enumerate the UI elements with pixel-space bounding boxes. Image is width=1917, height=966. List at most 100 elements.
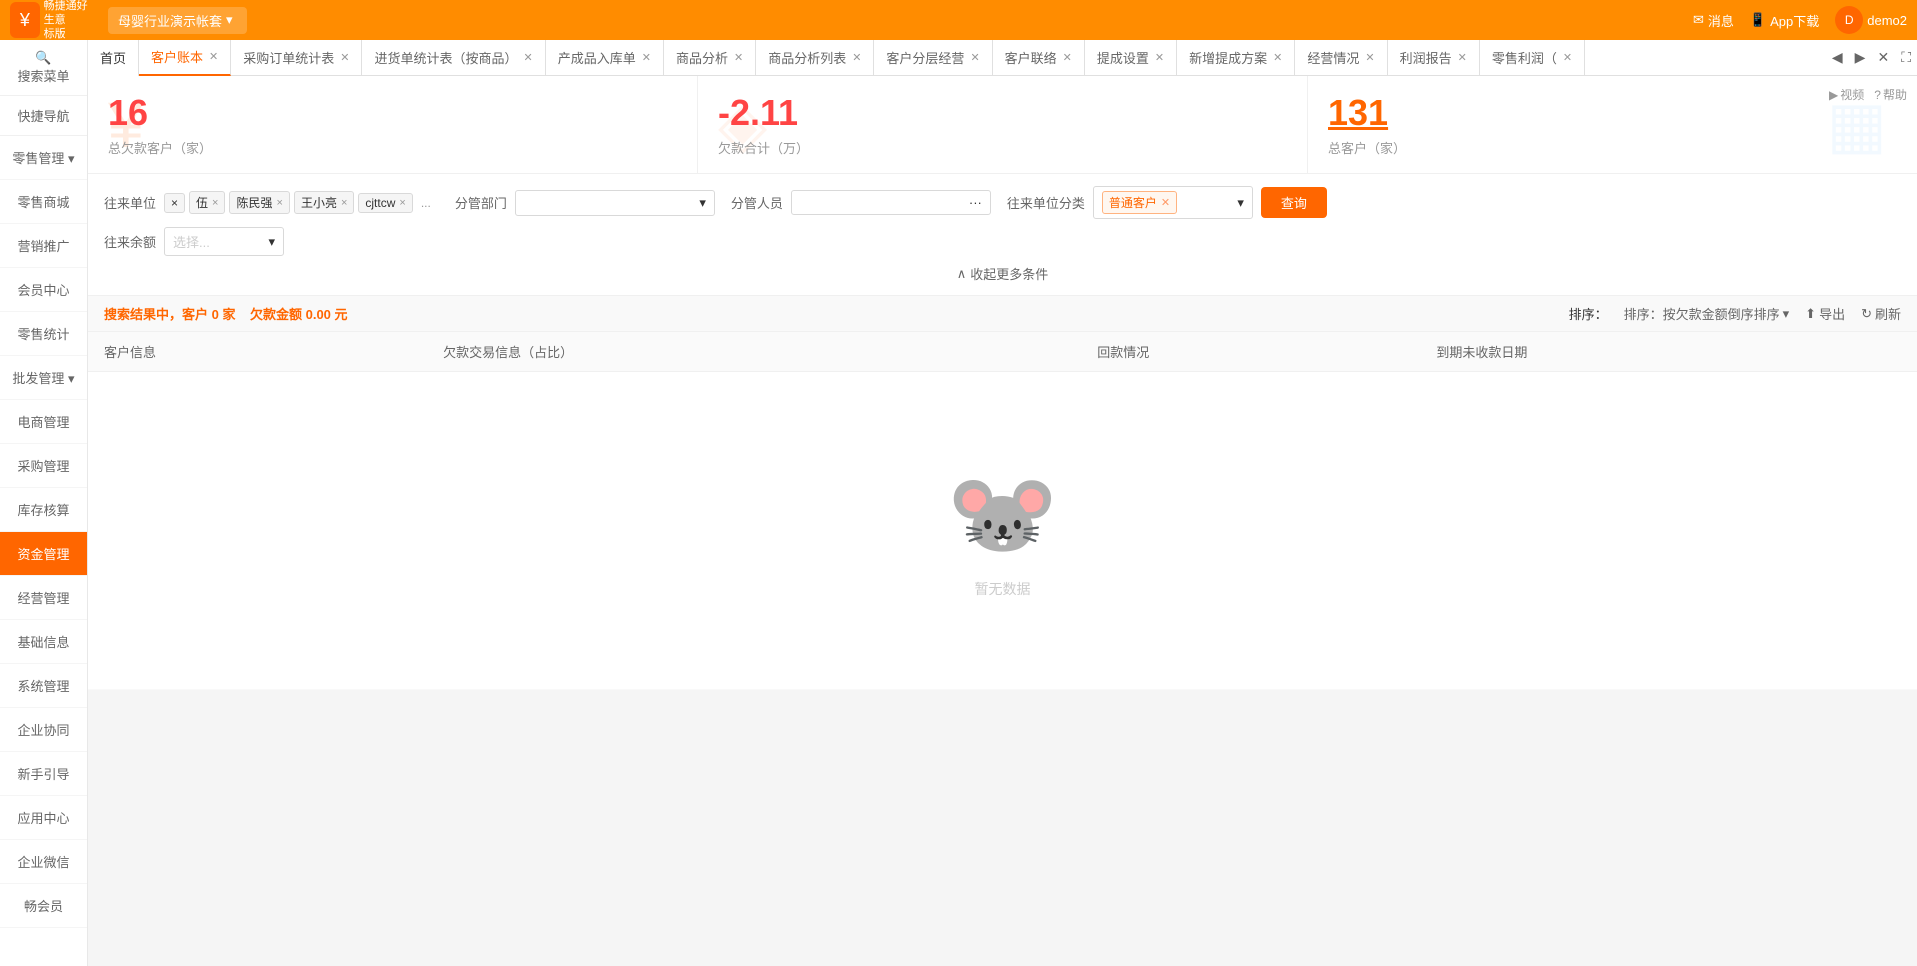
tab-product-analysis[interactable]: 商品分析✕ (664, 40, 756, 76)
tab-new-achievement[interactable]: 新增提成方案✕ (1177, 40, 1295, 76)
search-menu-item[interactable]: 🔍 搜索菜单 (0, 40, 87, 96)
tab-close-all[interactable]: ✕ (1871, 49, 1895, 66)
app-download-button[interactable]: 📱 App下载 (1750, 11, 1819, 30)
overdue-customers-number: 16 (108, 92, 212, 134)
sidebar-item-enterprise-coop[interactable]: 企业协同 (0, 708, 87, 752)
user-avatar[interactable]: D demo2 (1835, 6, 1907, 34)
query-button[interactable]: 查询 (1261, 187, 1327, 218)
tab-close-profit-report[interactable]: ✕ (1458, 51, 1467, 64)
dept-select[interactable]: ▾ (515, 190, 715, 216)
export-button[interactable]: ⬆ 导出 (1805, 304, 1845, 323)
sidebar-item-basic-info[interactable]: 基础信息 (0, 620, 87, 664)
download-icon: 📱 (1750, 12, 1766, 28)
tab-close-business-situation[interactable]: ✕ (1365, 51, 1374, 64)
total-customers-number: 131 (1328, 92, 1406, 134)
tab-close-purchase-order-stats[interactable]: ✕ (340, 51, 349, 64)
stat-overdue-customers: ¥ 16 总欠款客户（家） (88, 76, 698, 173)
video-icon: ▶ (1829, 88, 1838, 102)
tab-cost-storage[interactable]: 产成品入库单✕ (546, 40, 664, 76)
sidebar-item-retail-mgmt[interactable]: 零售管理 ▾ (0, 136, 87, 180)
app-logo: ¥ (10, 2, 40, 38)
tab-inventory-stats[interactable]: 进货单统计表（按商品）✕ (362, 40, 545, 76)
tab-home[interactable]: 首页 (88, 40, 139, 76)
tab-close-customer-accounts[interactable]: ✕ (209, 50, 218, 63)
balance-dropdown-icon: ▾ (268, 234, 275, 250)
tab-customer-contact[interactable]: 客户联络✕ (993, 40, 1085, 76)
empty-text: 暂无数据 (975, 579, 1031, 599)
overdue-customers-label: 总欠款客户（家） (108, 138, 212, 157)
tab-customer-accounts[interactable]: 客户账本✕ (139, 40, 231, 76)
tab-close-retail-profit[interactable]: ✕ (1563, 51, 1572, 64)
arrow-icon: ▾ (68, 151, 75, 166)
tab-close-inventory-stats[interactable]: ✕ (524, 51, 533, 64)
table-header-客户信息: 客户信息 (88, 332, 427, 372)
person-select[interactable]: ··· (791, 190, 991, 215)
tab-nav-left[interactable]: ◀ (1826, 49, 1849, 66)
unit-tag-伍: 伍× (189, 191, 225, 214)
refresh-button[interactable]: ↻ 刷新 (1861, 304, 1901, 323)
sidebar-item-new-guide[interactable]: 新手引导 (0, 752, 87, 796)
remove-type-tag[interactable]: ✕ (1161, 196, 1170, 209)
collapse-filters-btn[interactable]: ∧ 收起更多条件 (104, 264, 1901, 283)
sidebar-item-capital-mgmt[interactable]: 资金管理 (0, 532, 87, 576)
dept-dropdown-icon: ▾ (699, 195, 706, 211)
quick-nav-item[interactable]: 快捷导航 (0, 96, 87, 136)
sidebar-item-member-center[interactable]: 会员中心 (0, 268, 87, 312)
dept-filter-label: 分管部门 (455, 193, 507, 212)
unit-tag-王小亮: 王小亮× (294, 191, 354, 214)
balance-select[interactable]: 选择... ▾ (164, 227, 284, 256)
sidebar-item-operations-mgmt[interactable]: 经营管理 (0, 576, 87, 620)
sidebar-item-enterprise-wechat[interactable]: 企业微信 (0, 840, 87, 884)
sidebar-item-inventory-check[interactable]: 库存核算 (0, 488, 87, 532)
help-button[interactable]: ? 帮助 (1874, 86, 1907, 103)
sidebar-item-retail-mall[interactable]: 零售商城 (0, 180, 87, 224)
account-dropdown[interactable]: 母婴行业演示帐套 ▾ (108, 7, 247, 34)
person-dropdown-icon: ··· (969, 195, 982, 210)
tab-product-analysis-list[interactable]: 商品分析列表✕ (756, 40, 874, 76)
sort-select[interactable]: 排序：按欠款金额倒序排序 ▾ (1624, 304, 1790, 323)
sidebar-item-system-mgmt[interactable]: 系统管理 (0, 664, 87, 708)
sidebar-item-member-club[interactable]: 畅会员 (0, 884, 87, 928)
tab-business-situation[interactable]: 经营情况✕ (1295, 40, 1387, 76)
arrow-icon: ▾ (68, 371, 75, 386)
tab-retail-profit[interactable]: 零售利润（✕ (1480, 40, 1585, 76)
tab-customer-segment[interactable]: 客户分层经营✕ (874, 40, 992, 76)
unit-tag-陈民强: 陈民强× (229, 191, 289, 214)
empty-state: 🐭 暂无数据 (104, 382, 1901, 679)
tab-close-customer-contact[interactable]: ✕ (1063, 51, 1072, 64)
remove-unit-tag-王小亮[interactable]: × (341, 197, 347, 209)
refresh-icon: ↻ (1861, 306, 1872, 322)
sidebar-item-ecommerce-mgmt[interactable]: 电商管理 (0, 400, 87, 444)
app-name: 畅捷通好生意 标版 (44, 0, 98, 41)
tab-purchase-order-stats[interactable]: 采购订单统计表✕ (231, 40, 362, 76)
video-help-button[interactable]: ▶ 视频 (1829, 86, 1864, 103)
tab-close-product-analysis[interactable]: ✕ (734, 51, 743, 64)
tab-raise-settings[interactable]: 提成设置✕ (1085, 40, 1177, 76)
sidebar-item-purchase-mgmt[interactable]: 采购管理 (0, 444, 87, 488)
tab-profit-report[interactable]: 利润报告✕ (1388, 40, 1480, 76)
sidebar-item-marketing[interactable]: 营销推广 (0, 224, 87, 268)
remove-unit-tag-伍[interactable]: × (212, 197, 218, 209)
collapse-icon: ∧ (957, 266, 967, 282)
remove-unit-tag-cjttcw[interactable]: × (399, 197, 405, 209)
remove-unit-tag-陈民强[interactable]: × (277, 197, 283, 209)
tab-close-cost-storage[interactable]: ✕ (642, 51, 651, 64)
tab-close-raise-settings[interactable]: ✕ (1155, 51, 1164, 64)
sidebar-item-retail-stats[interactable]: 零售统计 (0, 312, 87, 356)
tab-close-product-analysis-list[interactable]: ✕ (852, 51, 861, 64)
unit-type-select[interactable]: 普通客户 ✕ ▾ (1093, 186, 1253, 219)
more-tags-btn[interactable]: ... (421, 196, 431, 210)
sort-label: 排序： (1569, 304, 1608, 323)
table-header-回款情况: 回款情况 (1081, 332, 1420, 372)
message-icon: ✉ (1693, 12, 1704, 28)
sidebar-item-wholesale-mgmt[interactable]: 批发管理 ▾ (0, 356, 87, 400)
tab-nav-right[interactable]: ▶ (1849, 49, 1872, 66)
tab-close-customer-segment[interactable]: ✕ (970, 51, 979, 64)
sidebar-item-app-center[interactable]: 应用中心 (0, 796, 87, 840)
tab-close-new-achievement[interactable]: ✕ (1273, 51, 1282, 64)
chevron-down-icon: ▾ (226, 12, 233, 28)
selected-type-tag: 普通客户 ✕ (1102, 191, 1177, 214)
help-icon: ? (1874, 88, 1881, 102)
tab-expand[interactable]: ⛶ (1895, 49, 1917, 66)
messages-button[interactable]: ✉ 消息 (1693, 11, 1734, 30)
